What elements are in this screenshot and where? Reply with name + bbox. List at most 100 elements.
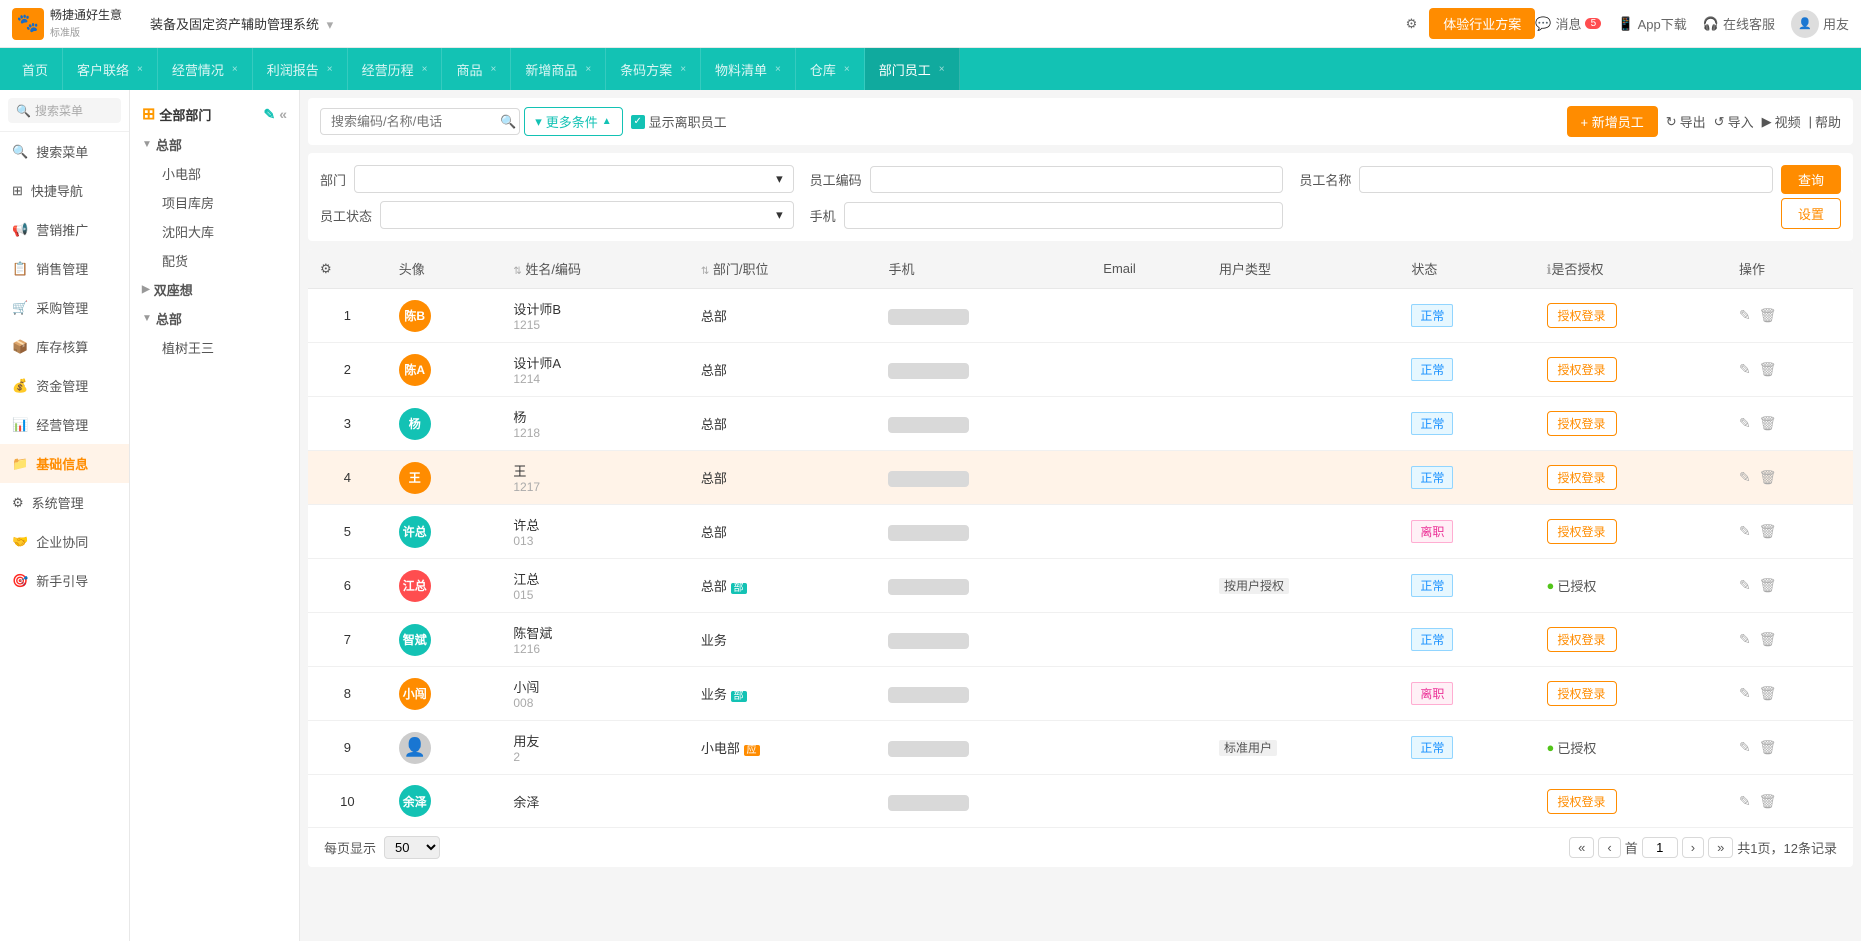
delete-icon[interactable]: 🗑 <box>1759 523 1777 540</box>
sidebar-search[interactable]: 🔍 搜索菜单 <box>8 98 121 123</box>
view-btn[interactable]: ▶ 视频 <box>1762 112 1801 131</box>
message-btn[interactable]: 💬 消息 5 <box>1535 14 1601 33</box>
import-btn[interactable]: ↺ 导入 <box>1714 112 1754 131</box>
tab-close-icon[interactable]: × <box>844 64 850 75</box>
next-page-btn[interactable]: › <box>1682 837 1704 858</box>
auth-login-btn[interactable]: 授权登录 <box>1547 465 1617 490</box>
emp-status-select[interactable]: ▾ <box>380 201 794 229</box>
user-menu[interactable]: 👤 用友 <box>1791 10 1849 38</box>
sidebar-item-搜索菜单[interactable]: 🔍搜索菜单 <box>0 132 129 171</box>
export-btn[interactable]: ↻ 导出 <box>1666 112 1706 131</box>
tree-node-配货[interactable]: 配货 <box>138 246 291 275</box>
tree-edit-icon[interactable]: ✎ <box>263 106 275 123</box>
edit-icon[interactable]: ✎ <box>1739 739 1751 756</box>
nav-tab-商品[interactable]: 商品× <box>442 48 511 90</box>
auth-login-btn[interactable]: 授权登录 <box>1547 681 1617 706</box>
sidebar-item-企业协同[interactable]: 🤝企业协同 <box>0 522 129 561</box>
tree-collapse-icon[interactable]: « <box>279 106 287 123</box>
sidebar-item-新手引导[interactable]: 🎯新手引导 <box>0 561 129 600</box>
nav-tab-首页[interactable]: 首页 <box>8 48 63 90</box>
query-btn[interactable]: 查询 <box>1781 165 1841 194</box>
tab-close-icon[interactable]: × <box>422 64 428 75</box>
nav-tab-物料清单[interactable]: 物料清单× <box>701 48 796 90</box>
delete-icon[interactable]: 🗑 <box>1759 739 1777 756</box>
tab-close-icon[interactable]: × <box>327 64 333 75</box>
auth-login-btn[interactable]: 授权登录 <box>1547 627 1617 652</box>
dept-select[interactable]: ▾ <box>354 165 794 193</box>
delete-icon[interactable]: 🗑 <box>1759 631 1777 648</box>
sidebar-item-系统管理[interactable]: ⚙系统管理 <box>0 483 129 522</box>
tab-close-icon[interactable]: × <box>137 64 143 75</box>
per-page-select[interactable]: 50 100 <box>384 836 440 859</box>
tree-node-植树王三[interactable]: 植树王三 <box>138 333 291 362</box>
auth-login-btn[interactable]: 授权登录 <box>1547 411 1617 436</box>
first-page-btn[interactable]: « <box>1569 837 1594 858</box>
delete-icon[interactable]: 🗑 <box>1759 361 1777 378</box>
settings-btn[interactable]: ⚙ <box>1406 16 1418 32</box>
auth-login-btn[interactable]: 授权登录 <box>1547 303 1617 328</box>
auth-login-btn[interactable]: 授权登录 <box>1547 357 1617 382</box>
page-number-input[interactable] <box>1642 837 1678 858</box>
edit-icon[interactable]: ✎ <box>1739 361 1751 378</box>
delete-icon[interactable]: 🗑 <box>1759 793 1777 810</box>
last-page-btn[interactable]: » <box>1708 837 1733 858</box>
auth-login-btn[interactable]: 授权登录 <box>1547 519 1617 544</box>
app-download-btn[interactable]: 📱 App下载 <box>1617 14 1686 33</box>
sidebar-item-快捷导航[interactable]: ⊞快捷导航 <box>0 171 129 210</box>
tab-close-icon[interactable]: × <box>775 64 781 75</box>
nav-tab-利润报告[interactable]: 利润报告× <box>253 48 348 90</box>
sidebar-item-经营管理[interactable]: 📊经营管理 <box>0 405 129 444</box>
nav-tab-新增商品[interactable]: 新增商品× <box>511 48 606 90</box>
show-resigned-toggle[interactable]: ✓ 显示离职员工 <box>631 112 727 131</box>
nav-tab-经营情况[interactable]: 经营情况× <box>158 48 253 90</box>
edit-icon[interactable]: ✎ <box>1739 523 1751 540</box>
sidebar-item-营销推广[interactable]: 📢营销推广 <box>0 210 129 249</box>
delete-icon[interactable]: 🗑 <box>1759 577 1777 594</box>
tree-node-小电部[interactable]: 小电部 <box>138 159 291 188</box>
emp-name-input[interactable] <box>1359 166 1773 193</box>
prev-page-btn[interactable]: ‹ <box>1598 837 1620 858</box>
gear-icon[interactable]: ⚙ <box>1406 16 1418 31</box>
edit-icon[interactable]: ✎ <box>1739 307 1751 324</box>
help-btn[interactable]: | 帮助 <box>1809 112 1841 131</box>
filter-more-btn[interactable]: ▾ 更多条件 ▲ <box>524 107 622 136</box>
tree-node-沈阳大库[interactable]: 沈阳大库 <box>138 217 291 246</box>
set-btn[interactable]: 设置 <box>1781 198 1841 229</box>
tab-close-icon[interactable]: × <box>680 64 686 75</box>
edit-icon[interactable]: ✎ <box>1739 415 1751 432</box>
tab-close-icon[interactable]: × <box>939 64 945 75</box>
nav-tab-客户联络[interactable]: 客户联络× <box>63 48 158 90</box>
sidebar-item-库存核算[interactable]: 📦库存核算 <box>0 327 129 366</box>
online-service-btn[interactable]: 🎧 在线客服 <box>1703 14 1775 33</box>
nav-tab-经营历程[interactable]: 经营历程× <box>348 48 443 90</box>
tab-close-icon[interactable]: × <box>232 64 238 75</box>
tree-node-项目库房[interactable]: 项目库房 <box>138 188 291 217</box>
nav-tab-条码方案[interactable]: 条码方案× <box>606 48 701 90</box>
emp-code-input[interactable] <box>870 166 1284 193</box>
search-input[interactable] <box>320 108 520 135</box>
tree-node-总部[interactable]: ▼总部 <box>138 304 291 333</box>
edit-icon[interactable]: ✎ <box>1739 469 1751 486</box>
tab-close-icon[interactable]: × <box>585 64 591 75</box>
nav-tab-部门员工[interactable]: 部门员工× <box>865 48 960 90</box>
trial-button[interactable]: 体验行业方案 <box>1429 8 1535 39</box>
sidebar-item-采购管理[interactable]: 🛒采购管理 <box>0 288 129 327</box>
search-btn-icon[interactable]: 🔍 <box>500 114 516 130</box>
delete-icon[interactable]: 🗑 <box>1759 469 1777 486</box>
edit-icon[interactable]: ✎ <box>1739 793 1751 810</box>
sidebar-item-销售管理[interactable]: 📋销售管理 <box>0 249 129 288</box>
tab-close-icon[interactable]: × <box>490 64 496 75</box>
sidebar-item-基础信息[interactable]: 📁基础信息 <box>0 444 129 483</box>
edit-icon[interactable]: ✎ <box>1739 685 1751 702</box>
sidebar-item-资金管理[interactable]: 💰资金管理 <box>0 366 129 405</box>
delete-icon[interactable]: 🗑 <box>1759 685 1777 702</box>
edit-icon[interactable]: ✎ <box>1739 577 1751 594</box>
auth-login-btn[interactable]: 授权登录 <box>1547 789 1617 814</box>
edit-icon[interactable]: ✎ <box>1739 631 1751 648</box>
nav-tab-仓库[interactable]: 仓库× <box>796 48 865 90</box>
tree-node-总部[interactable]: ▼总部 <box>138 130 291 159</box>
tree-node-双座想[interactable]: ▶双座想 <box>138 275 291 304</box>
phone-input[interactable] <box>844 202 1284 229</box>
delete-icon[interactable]: 🗑 <box>1759 307 1777 324</box>
add-employee-btn[interactable]: + 新增员工 <box>1567 106 1658 137</box>
